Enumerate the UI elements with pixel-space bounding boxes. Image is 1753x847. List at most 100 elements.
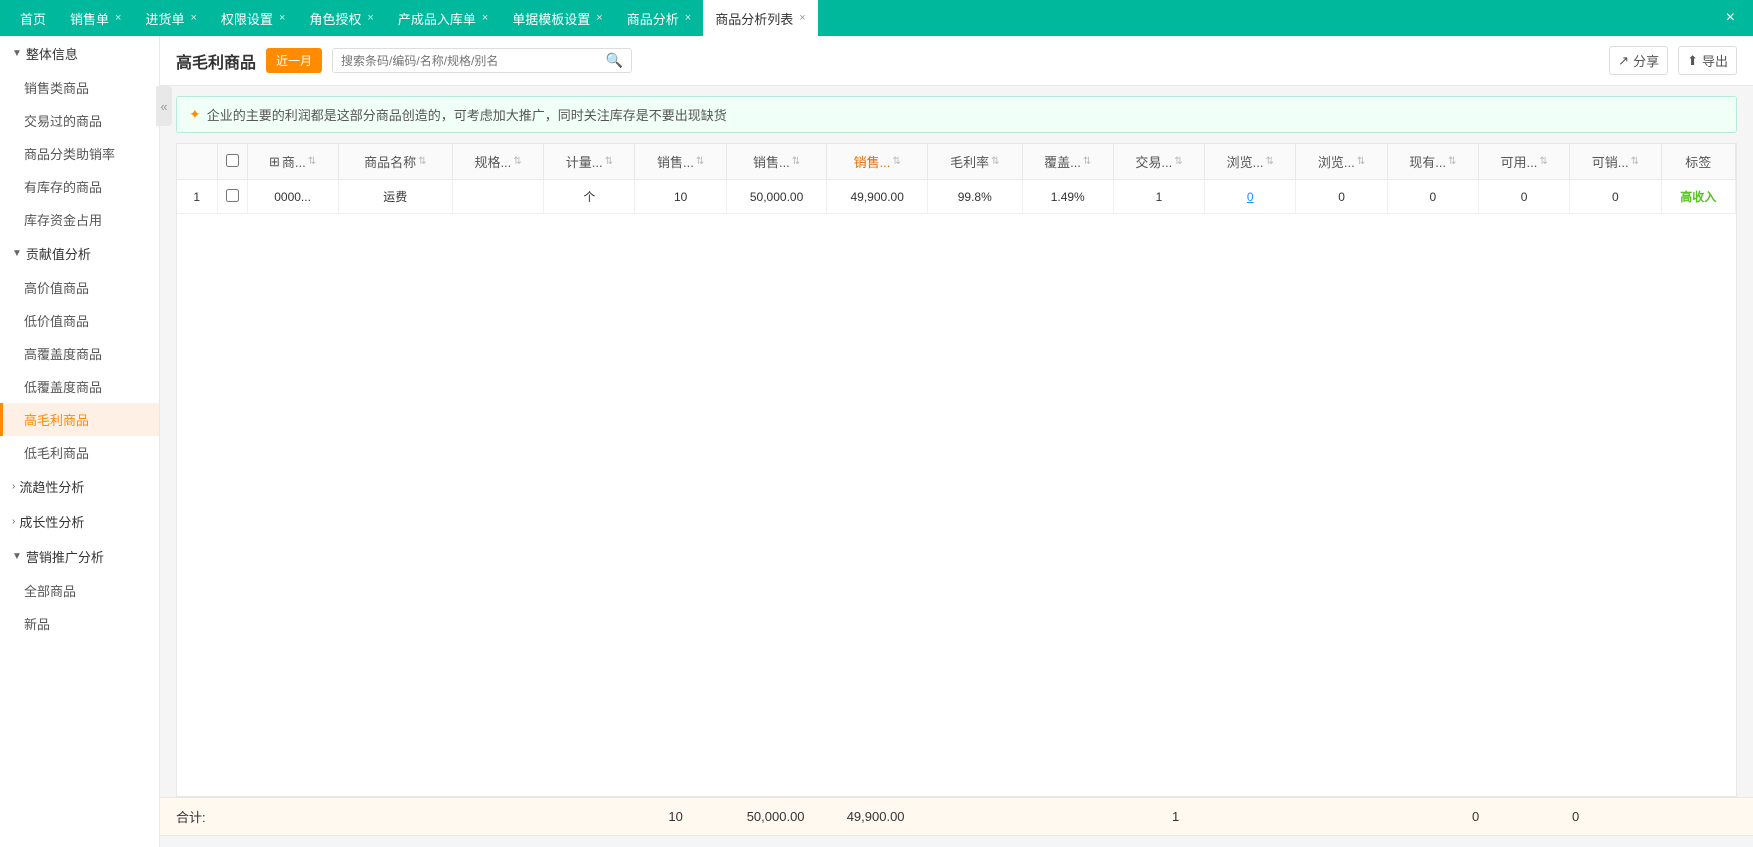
filter-recent-month[interactable]: 近一月: [266, 48, 322, 73]
nav-product-in[interactable]: 产成品入库单 ×: [386, 0, 500, 36]
col-trade[interactable]: 交易... ⇅: [1113, 144, 1204, 180]
sidebar-group-flow[interactable]: › 流趋性分析: [0, 469, 159, 504]
share-button[interactable]: ↗ 分享: [1609, 46, 1668, 75]
nav-sales-close[interactable]: ×: [115, 12, 121, 24]
col-unit[interactable]: 计量... ⇅: [544, 144, 635, 180]
nav-purchase[interactable]: 进货单 ×: [133, 0, 208, 36]
sort-browse2[interactable]: ⇅: [1357, 156, 1365, 167]
sidebar-item-high-value[interactable]: 高价值商品: [0, 271, 159, 304]
sort-current[interactable]: ⇅: [1448, 156, 1456, 167]
sidebar-group-contribution[interactable]: ▼ 贡献值分析: [0, 236, 159, 271]
sidebar-group-growth[interactable]: › 成长性分析: [0, 504, 159, 539]
sidebar-item-new-goods[interactable]: 新品: [0, 607, 159, 640]
sidebar-group-marketing[interactable]: ▼ 营销推广分析: [0, 539, 159, 574]
col-sales-qty[interactable]: 销售... ⇅: [635, 144, 726, 180]
sidebar-item-high-coverage[interactable]: 高覆盖度商品: [0, 337, 159, 370]
window-close-button[interactable]: ×: [1716, 9, 1745, 27]
data-table-wrapper[interactable]: ⊞ 商... ⇅ 商品名称 ⇅: [176, 143, 1737, 797]
sidebar-item-stock-capital[interactable]: 库存资金占用: [0, 203, 159, 236]
col-sales-amount[interactable]: 销售... ⇅: [726, 144, 827, 180]
sort-browse1[interactable]: ⇅: [1265, 156, 1273, 167]
footer-sales-cost: 49,900.00: [836, 809, 916, 824]
nav-template[interactable]: 单据模板设置 ×: [500, 0, 614, 36]
footer-label: 合计:: [176, 807, 206, 826]
sidebar-item-sales-goods[interactable]: 销售类商品: [0, 71, 159, 104]
col-usable[interactable]: 可用... ⇅: [1478, 144, 1569, 180]
sidebar-item-category-rate[interactable]: 商品分类助销率: [0, 137, 159, 170]
sort-code[interactable]: ⇅: [308, 156, 316, 167]
col-code[interactable]: ⊞ 商... ⇅: [247, 144, 338, 180]
sort-sales-amount[interactable]: ⇅: [792, 156, 800, 167]
select-all-checkbox[interactable]: [226, 154, 239, 167]
sort-sales-qty[interactable]: ⇅: [696, 156, 704, 167]
overall-arrow: ▼: [12, 48, 22, 59]
search-input[interactable]: [341, 54, 606, 68]
sort-gross-rate[interactable]: ⇅: [991, 156, 999, 167]
nav-purchase-close[interactable]: ×: [190, 12, 196, 24]
sidebar-item-in-stock[interactable]: 有库存的商品: [0, 170, 159, 203]
sort-spec[interactable]: ⇅: [513, 156, 521, 167]
nav-sales[interactable]: 销售单 ×: [58, 0, 133, 36]
top-nav: 首页 销售单 × 进货单 × 权限设置 × 角色授权 × 产成品入库单 × 单据…: [0, 0, 1753, 36]
row-checkbox[interactable]: [226, 189, 239, 202]
nav-analysis[interactable]: 商品分析 ×: [615, 0, 703, 36]
col-browse2[interactable]: 浏览... ⇅: [1296, 144, 1387, 180]
nav-analysis-close[interactable]: ×: [685, 12, 691, 24]
nav-role[interactable]: 角色授权 ×: [297, 0, 385, 36]
col-checkbox[interactable]: [217, 144, 247, 180]
col-gross-rate[interactable]: 毛利率 ⇅: [927, 144, 1022, 180]
cell-sales-cost: 49,900.00: [827, 180, 928, 214]
sidebar-item-low-value[interactable]: 低价值商品: [0, 304, 159, 337]
nav-analysis-list[interactable]: 商品分析列表 ×: [703, 0, 817, 36]
col-saleable[interactable]: 可销... ⇅: [1570, 144, 1661, 180]
col-spec[interactable]: 规格... ⇅: [452, 144, 543, 180]
sidebar-item-traded-goods[interactable]: 交易过的商品: [0, 104, 159, 137]
nav-analysis-list-close[interactable]: ×: [799, 12, 805, 24]
sort-saleable[interactable]: ⇅: [1631, 156, 1639, 167]
sidebar-toggle[interactable]: «: [156, 86, 172, 126]
footer-sales-qty: 10: [636, 809, 716, 824]
marketing-arrow: ▼: [12, 551, 22, 562]
table-row: 1 0000... 运费 个 10 50,000.00 49,900.00 99…: [177, 180, 1736, 214]
search-icon[interactable]: 🔍: [606, 52, 623, 69]
cell-spec: [452, 180, 543, 214]
search-box: 🔍: [332, 48, 632, 73]
sidebar-item-low-margin[interactable]: 低毛利商品: [0, 436, 159, 469]
col-browse1[interactable]: 浏览... ⇅: [1205, 144, 1296, 180]
sort-name[interactable]: ⇅: [418, 156, 426, 167]
sidebar-item-all-goods[interactable]: 全部商品: [0, 574, 159, 607]
sidebar-group-overall[interactable]: ▼ 整体信息: [0, 36, 159, 71]
nav-home[interactable]: 首页: [8, 0, 58, 36]
export-icon: ⬆: [1687, 53, 1698, 69]
sort-coverage[interactable]: ⇅: [1083, 156, 1091, 167]
export-button[interactable]: ⬆ 导出: [1678, 46, 1737, 75]
sort-trade[interactable]: ⇅: [1174, 156, 1182, 167]
sort-usable[interactable]: ⇅: [1539, 156, 1547, 167]
nav-role-close[interactable]: ×: [367, 12, 373, 24]
footer-current: 0: [1436, 809, 1516, 824]
col-name[interactable]: 商品名称 ⇅: [338, 144, 452, 180]
cell-code: 0000...: [247, 180, 338, 214]
sort-unit[interactable]: ⇅: [605, 156, 613, 167]
footer-trade: 1: [1136, 809, 1216, 824]
col-tag[interactable]: 标签: [1661, 144, 1735, 180]
nav-template-close[interactable]: ×: [596, 12, 602, 24]
nav-permission[interactable]: 权限设置 ×: [209, 0, 297, 36]
footer-sales-amount: 50,000.00: [736, 809, 816, 824]
cell-checkbox[interactable]: [217, 180, 247, 214]
col-current[interactable]: 现有... ⇅: [1387, 144, 1478, 180]
nav-product-in-close[interactable]: ×: [482, 12, 488, 24]
cell-browse1[interactable]: 0: [1205, 180, 1296, 214]
col-sales-cost[interactable]: 销售... ⇅: [827, 144, 928, 180]
sort-sales-cost[interactable]: ⇅: [892, 156, 900, 167]
bottom-scrollbar[interactable]: [160, 835, 1753, 847]
sidebar-item-high-margin[interactable]: 高毛利商品: [0, 403, 159, 436]
nav-permission-close[interactable]: ×: [279, 12, 285, 24]
contribution-arrow: ▼: [12, 248, 22, 259]
col-coverage[interactable]: 覆盖... ⇅: [1022, 144, 1113, 180]
cell-tag: 高收入: [1661, 180, 1735, 214]
content-header: 高毛利商品 近一月 🔍 ↗ 分享 ⬆ 导出: [160, 36, 1753, 86]
cell-coverage: 1.49%: [1022, 180, 1113, 214]
sidebar-item-low-coverage[interactable]: 低覆盖度商品: [0, 370, 159, 403]
info-banner: ✦ 企业的主要的利润都是这部分商品创造的，可考虑加大推广，同时关注库存是不要出现…: [176, 96, 1737, 133]
